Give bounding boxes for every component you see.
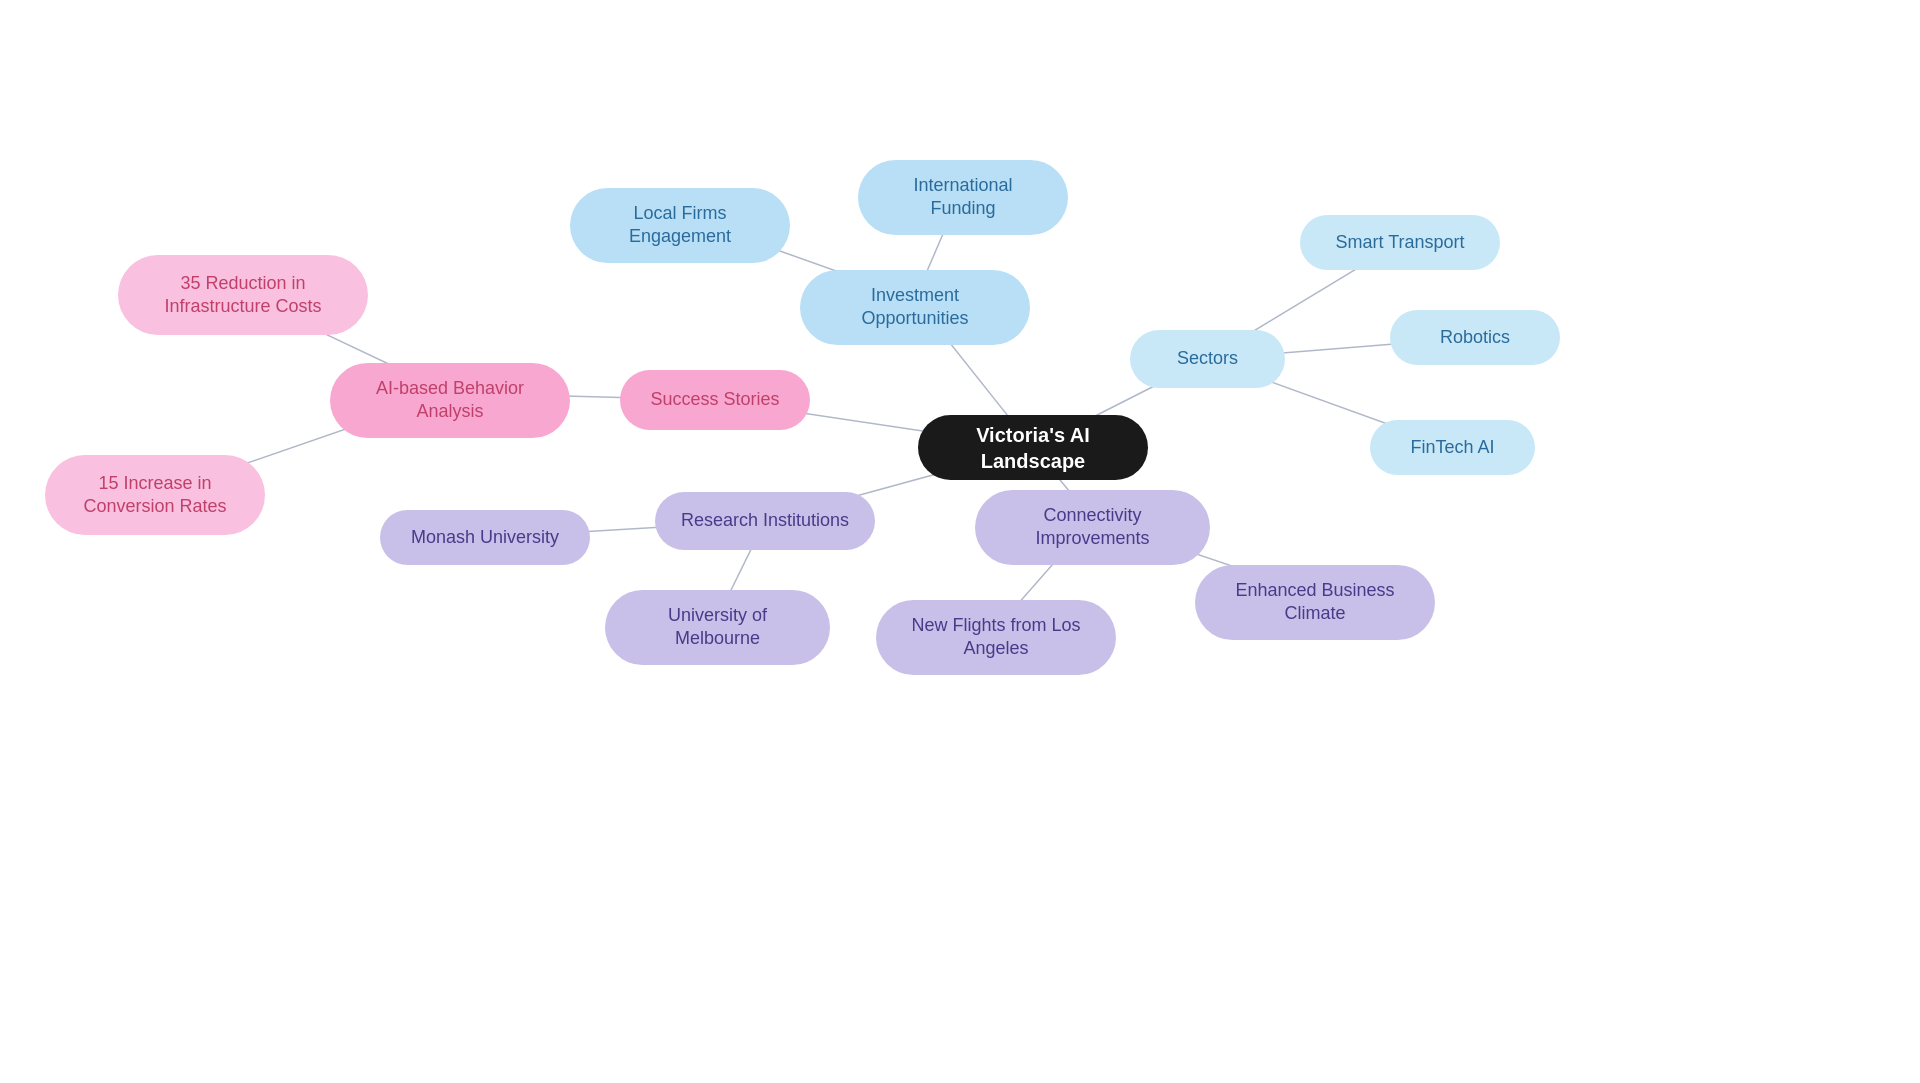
node-conversion-rates[interactable]: 15 Increase in Conversion Rates bbox=[45, 455, 265, 535]
node-research-institutions[interactable]: Research Institutions bbox=[655, 492, 875, 550]
mind-map: Victoria's AI Landscape Success Stories AI… bbox=[0, 0, 1920, 1083]
node-robotics[interactable]: Robotics bbox=[1390, 310, 1560, 365]
node-reduction-costs[interactable]: 35 Reduction in Infrastructure Costs bbox=[118, 255, 368, 335]
node-smart-transport[interactable]: Smart Transport bbox=[1300, 215, 1500, 270]
node-local-firms[interactable]: Local Firms Engagement bbox=[570, 188, 790, 263]
node-business-climate[interactable]: Enhanced Business Climate bbox=[1195, 565, 1435, 640]
node-international-funding[interactable]: International Funding bbox=[858, 160, 1068, 235]
node-fintech-ai[interactable]: FinTech AI bbox=[1370, 420, 1535, 475]
node-new-flights[interactable]: New Flights from Los Angeles bbox=[876, 600, 1116, 675]
node-university-melbourne[interactable]: University of Melbourne bbox=[605, 590, 830, 665]
node-monash-university[interactable]: Monash University bbox=[380, 510, 590, 565]
node-success-stories[interactable]: Success Stories bbox=[620, 370, 810, 430]
node-center[interactable]: Victoria's AI Landscape bbox=[918, 415, 1148, 480]
node-sectors[interactable]: Sectors bbox=[1130, 330, 1285, 388]
node-ai-behavior[interactable]: AI-based Behavior Analysis bbox=[330, 363, 570, 438]
node-connectivity[interactable]: Connectivity Improvements bbox=[975, 490, 1210, 565]
node-investment-opps[interactable]: Investment Opportunities bbox=[800, 270, 1030, 345]
